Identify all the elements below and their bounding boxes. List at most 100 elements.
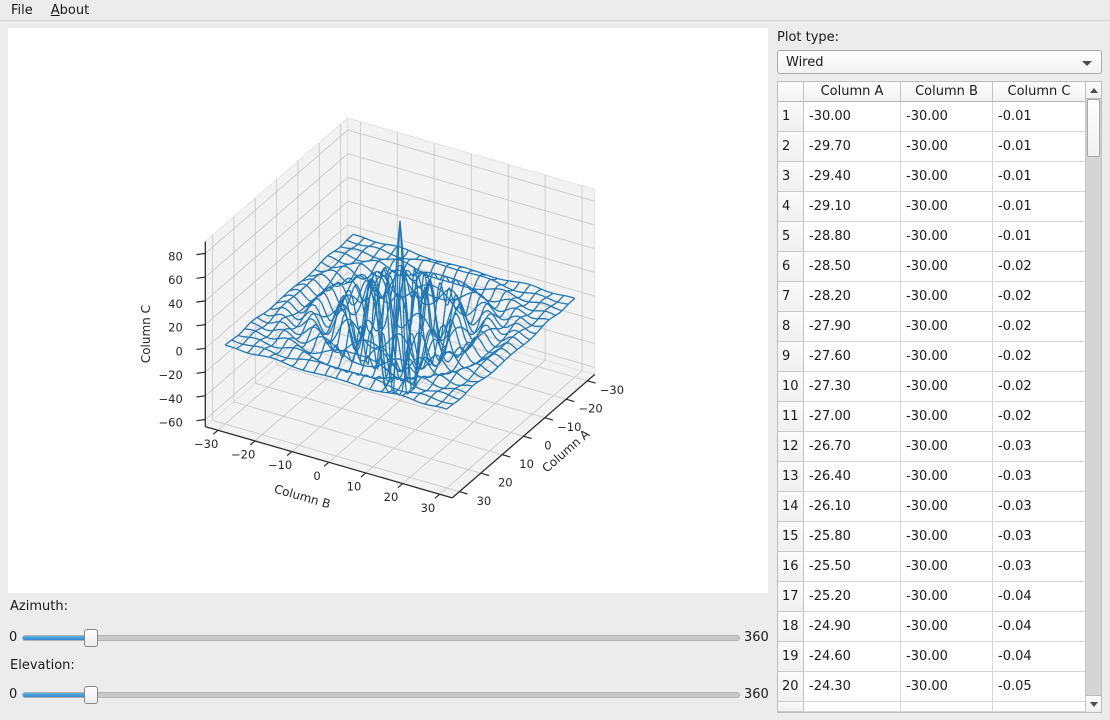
table-cell[interactable]: -27.30 xyxy=(804,372,901,402)
table-cell[interactable]: -30.00 xyxy=(901,522,993,552)
row-number[interactable]: 7 xyxy=(778,282,804,312)
table-cell[interactable]: -29.10 xyxy=(804,192,901,222)
menu-about[interactable]: About xyxy=(42,2,98,19)
column-header-b[interactable]: Column B xyxy=(901,82,993,102)
azimuth-slider[interactable] xyxy=(22,635,740,641)
table-cell[interactable]: -0.03 xyxy=(993,492,1085,522)
row-number[interactable]: 4 xyxy=(778,192,804,222)
table-cell[interactable]: -0.01 xyxy=(993,192,1085,222)
scrollbar-down-button[interactable] xyxy=(1086,695,1101,712)
table-cell[interactable]: -0.02 xyxy=(993,342,1085,372)
azimuth-slider-handle[interactable] xyxy=(84,629,98,647)
row-number[interactable]: 9 xyxy=(778,342,804,372)
table-cell[interactable]: -25.80 xyxy=(804,522,901,552)
table-cell[interactable]: -30.00 xyxy=(901,342,993,372)
table-cell[interactable]: -30.00 xyxy=(901,132,993,162)
plot-canvas[interactable]: −60−40−20020406080−30−20−100102030−30−20… xyxy=(8,28,768,593)
table-cell[interactable]: -26.10 xyxy=(804,492,901,522)
table-cell[interactable]: -0.04 xyxy=(993,642,1085,672)
table-cell[interactable]: -0.01 xyxy=(993,132,1085,162)
table-row: 5-28.80-30.00-0.01 xyxy=(778,222,1085,252)
table-cell[interactable]: -24.60 xyxy=(804,642,901,672)
table-cell[interactable]: -0.01 xyxy=(993,222,1085,252)
table-cell[interactable]: -30.00 xyxy=(901,222,993,252)
table-cell[interactable]: -26.40 xyxy=(804,462,901,492)
row-number[interactable]: 14 xyxy=(778,492,804,522)
table-cell[interactable]: -27.90 xyxy=(804,312,901,342)
table-cell[interactable]: -30.00 xyxy=(901,402,993,432)
table-cell[interactable]: -0.04 xyxy=(993,612,1085,642)
row-number[interactable]: 16 xyxy=(778,552,804,582)
table-cell[interactable]: -0.03 xyxy=(993,552,1085,582)
row-number[interactable]: 1 xyxy=(778,102,804,132)
elevation-slider-handle[interactable] xyxy=(84,686,98,704)
table-cell[interactable]: -30.00 xyxy=(901,102,993,132)
table-cell[interactable]: -30.00 xyxy=(901,462,993,492)
table-cell[interactable]: -0.03 xyxy=(993,432,1085,462)
table-cell[interactable]: -30.00 xyxy=(901,282,993,312)
table-cell[interactable]: -0.02 xyxy=(993,252,1085,282)
table-cell[interactable]: -0.04 xyxy=(993,582,1085,612)
table-cell[interactable]: -0.01 xyxy=(993,162,1085,192)
plot-type-combobox[interactable]: Wired xyxy=(777,50,1102,74)
row-number[interactable]: 19 xyxy=(778,642,804,672)
table-cell[interactable]: -0.02 xyxy=(993,282,1085,312)
row-number[interactable]: 17 xyxy=(778,582,804,612)
table-cell[interactable]: -30.00 xyxy=(901,552,993,582)
table-cell[interactable]: -0.01 xyxy=(993,102,1085,132)
table-cell[interactable]: -28.50 xyxy=(804,252,901,282)
table-cell[interactable]: -30.00 xyxy=(901,252,993,282)
row-number[interactable]: 10 xyxy=(778,372,804,402)
row-number[interactable]: 15 xyxy=(778,522,804,552)
elevation-slider[interactable] xyxy=(22,692,740,698)
table-cell[interactable]: -24.90 xyxy=(804,612,901,642)
plot-type-label: Plot type: xyxy=(777,30,839,45)
table-scrollbar[interactable] xyxy=(1085,82,1101,712)
row-number[interactable]: 13 xyxy=(778,462,804,492)
table-cell[interactable]: -30.00 xyxy=(901,492,993,522)
column-header-c[interactable]: Column C xyxy=(993,82,1085,102)
row-number[interactable]: 20 xyxy=(778,672,804,702)
table-cell[interactable]: -30.00 xyxy=(901,582,993,612)
row-number[interactable]: 12 xyxy=(778,432,804,462)
row-number[interactable]: 6 xyxy=(778,252,804,282)
table-cell[interactable]: -27.60 xyxy=(804,342,901,372)
row-number[interactable]: 5 xyxy=(778,222,804,252)
table-cell[interactable]: -30.00 xyxy=(804,102,901,132)
scrollbar-thumb[interactable] xyxy=(1087,99,1100,157)
table-cell[interactable]: -24.30 xyxy=(804,672,901,702)
row-number[interactable]: 11 xyxy=(778,402,804,432)
table-cell[interactable]: -26.70 xyxy=(804,432,901,462)
menu-file[interactable]: File xyxy=(2,2,42,19)
table-cell[interactable]: -25.20 xyxy=(804,582,901,612)
table-cell[interactable]: -30.00 xyxy=(901,372,993,402)
table-cell[interactable]: -28.20 xyxy=(804,282,901,312)
table-cell[interactable]: -0.02 xyxy=(993,372,1085,402)
row-number[interactable]: 8 xyxy=(778,312,804,342)
row-number[interactable]: 3 xyxy=(778,162,804,192)
table-cell[interactable]: -29.40 xyxy=(804,162,901,192)
table-cell[interactable]: -30.00 xyxy=(901,192,993,222)
table-cell[interactable]: -25.50 xyxy=(804,552,901,582)
table-cell[interactable]: -0.02 xyxy=(993,312,1085,342)
table-cell[interactable]: -27.00 xyxy=(804,402,901,432)
table-cell[interactable]: -30.00 xyxy=(901,312,993,342)
table-cell[interactable]: -0.03 xyxy=(993,522,1085,552)
table-cell[interactable]: -0.05 xyxy=(993,672,1085,702)
table-cell[interactable]: -30.00 xyxy=(901,612,993,642)
table-corner-header[interactable] xyxy=(778,82,804,102)
table-cell[interactable]: -30.00 xyxy=(901,672,993,702)
scrollbar-up-button[interactable] xyxy=(1086,82,1101,99)
azimuth-max-label: 360 xyxy=(744,630,769,645)
table-cell[interactable]: -0.03 xyxy=(993,462,1085,492)
table-cell[interactable]: -30.00 xyxy=(901,642,993,672)
table-row: 20-24.30-30.00-0.05 xyxy=(778,672,1085,702)
column-header-a[interactable]: Column A xyxy=(804,82,901,102)
table-cell[interactable]: -30.00 xyxy=(901,432,993,462)
table-cell[interactable]: -30.00 xyxy=(901,162,993,192)
row-number[interactable]: 18 xyxy=(778,612,804,642)
table-cell[interactable]: -0.02 xyxy=(993,402,1085,432)
table-cell[interactable]: -28.80 xyxy=(804,222,901,252)
row-number[interactable]: 2 xyxy=(778,132,804,162)
table-cell[interactable]: -29.70 xyxy=(804,132,901,162)
